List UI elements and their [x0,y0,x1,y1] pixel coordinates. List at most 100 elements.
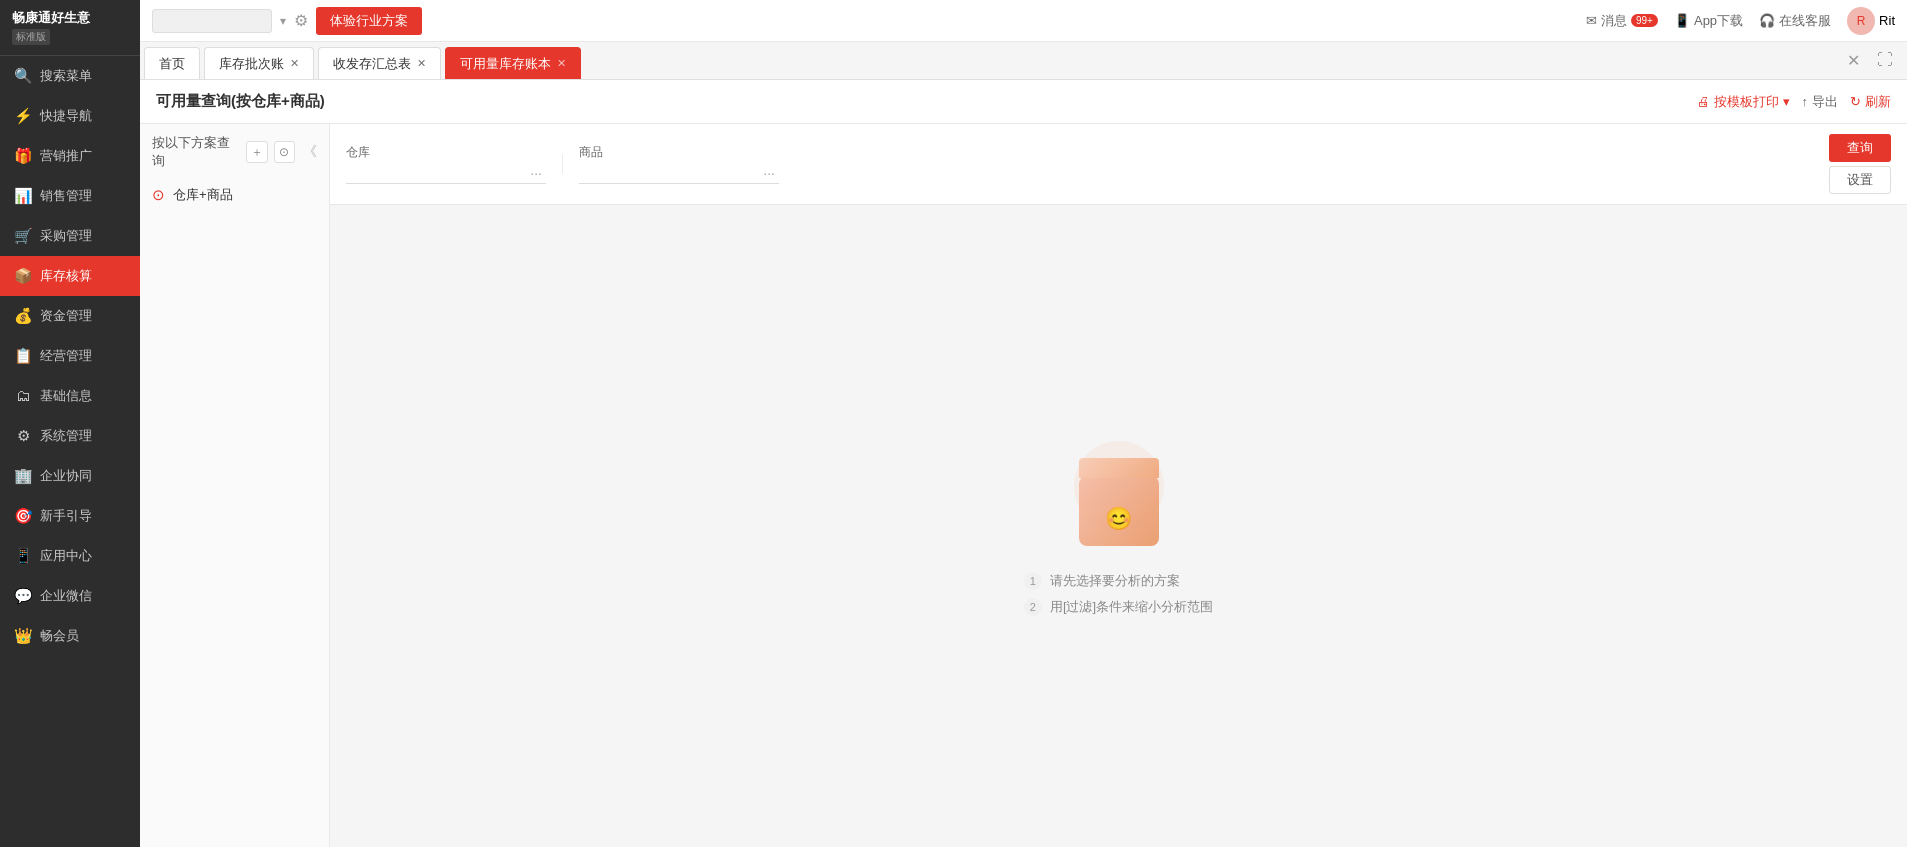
sidebar-label-vip: 畅会员 [40,627,79,645]
topbar-gear-icon[interactable]: ⚙ [294,11,308,30]
warehouse-more-icon[interactable]: ··· [526,165,546,181]
print-icon: 🖨 [1697,94,1710,109]
goods-input[interactable] [579,166,759,181]
online-service-button[interactable]: 🎧 在线客服 [1759,12,1831,30]
warehouse-input[interactable] [346,166,526,181]
mobile-icon: 📱 [1674,13,1690,28]
empty-illustration: 😊 [1059,436,1179,556]
sidebar-item-search[interactable]: 🔍搜索菜单 [0,56,140,96]
message-icon: ✉ [1586,13,1597,28]
sidebar-label-finance: 资金管理 [40,307,92,325]
marketing-icon: 🎁 [14,147,32,165]
user-menu[interactable]: R Rit [1847,7,1895,35]
filter-header-label: 按以下方案查询 [152,134,240,170]
hint-num-1: 1 [1024,572,1042,590]
sidebar-label-newuser: 新手引导 [40,507,92,525]
sidebar-label-marketing: 营销推广 [40,147,92,165]
shortcut-icon: ⚡ [14,107,32,125]
filter-add-button[interactable]: ＋ [246,141,267,163]
sidebar-item-finance[interactable]: 💰 资金管理 [0,296,140,336]
filter-panel: 按以下方案查询 ＋ ⊙ 《 ⊙ 仓库+商品 [140,124,330,847]
goods-more-icon[interactable]: ··· [759,165,779,181]
app-download-button[interactable]: 📱 App下载 [1674,12,1743,30]
empty-hint-1: 1 请先选择要分析的方案 [1024,572,1213,590]
page-title: 可用量查询(按仓库+商品) [156,92,325,111]
enterprise-icon: 🏢 [14,467,32,485]
message-badge: 99+ [1631,14,1658,27]
sidebar-item-enterprise[interactable]: 🏢 企业协同 [0,456,140,496]
sidebar-item-basic[interactable]: 🗂基础信息 [0,376,140,416]
sidebar-item-operation[interactable]: 📋经营管理 [0,336,140,376]
empty-state: 😊 1 请先选择要分析的方案 2 用[过滤]条件来缩小分析范围 [330,205,1907,847]
sidebar-label-shortcut: 快捷导航 [40,107,92,125]
avatar: R [1847,7,1875,35]
trial-button[interactable]: 体验行业方案 [316,7,422,35]
filter-collapse-icon[interactable]: 《 [303,143,317,161]
print-chevron-icon[interactable]: ▾ [1783,94,1790,109]
warehouse-field: 仓库 ··· [346,144,546,184]
sidebar-label-appcenter: 应用中心 [40,547,92,565]
finance-icon: 💰 [14,307,32,325]
brand-name: 畅康通好生意 [12,10,128,27]
hint-num-2: 2 [1024,598,1042,616]
tabbar: 首页 库存批次账 ✕ 收发存汇总表 ✕ 可用量库存账本 ✕ ✕ ⛶ [140,42,1907,80]
brand-tag: 标准版 [12,29,50,45]
sidebar-label-sales: 销售管理 [40,187,92,205]
hint-text-2: 用[过滤]条件来缩小分析范围 [1050,598,1213,616]
sidebar-label-wechat: 企业微信 [40,587,92,605]
username-label: Rit [1879,13,1895,28]
export-icon: ↑ [1802,94,1809,109]
appcenter-icon: 📱 [14,547,32,565]
warehouse-goods-icon: ⊙ [152,186,165,204]
tab-available-close-icon[interactable]: ✕ [557,57,566,70]
tab-summary[interactable]: 收发存汇总表 ✕ [318,47,441,79]
tab-batch[interactable]: 库存批次账 ✕ [204,47,314,79]
sidebar-item-marketing[interactable]: 🎁 营销推广 [0,136,140,176]
export-label: 导出 [1812,93,1838,111]
message-button[interactable]: ✉ 消息 99+ [1586,12,1658,30]
sidebar-item-vip[interactable]: 👑畅会员 [0,616,140,656]
message-label: 消息 [1601,12,1627,30]
wechat-icon: 💬 [14,587,32,605]
tab-available[interactable]: 可用量库存账本 ✕ [445,47,581,79]
filter-item-warehouse-goods[interactable]: ⊙ 仓库+商品 [140,178,329,212]
tab-summary-close-icon[interactable]: ✕ [417,57,426,70]
page-header-actions: 🖨 按模板打印 ▾ ↑ 导出 ↻ 刷新 [1697,93,1892,111]
refresh-button[interactable]: ↻ 刷新 [1850,93,1891,111]
sidebar-item-system[interactable]: ⚙系统管理 [0,416,140,456]
filter-settings-button[interactable]: ⊙ [274,141,295,163]
sidebar-label-purchase: 采购管理 [40,227,92,245]
tab-close-all-button[interactable]: ✕ [1839,46,1867,74]
sidebar-item-newuser[interactable]: 🎯新手引导 [0,496,140,536]
query-button[interactable]: 查询 [1829,134,1891,162]
sidebar-label-basic: 基础信息 [40,387,92,405]
topbar-chevron-icon[interactable]: ▾ [280,14,286,28]
sidebar-item-purchase[interactable]: 🛒 采购管理 [0,216,140,256]
sidebar-item-sales[interactable]: 📊销售管理 [0,176,140,216]
settings-button[interactable]: 设置 [1829,166,1891,194]
purchase-icon: 🛒 [14,227,32,245]
tab-batch-close-icon[interactable]: ✕ [290,57,299,70]
sidebar-label-enterprise: 企业协同 [40,467,92,485]
tab-home[interactable]: 首页 [144,47,200,79]
template-print-button[interactable]: 🖨 按模板打印 ▾ [1697,93,1790,111]
sidebar: 畅康通好生意 标准版 🔍搜索菜单 ⚡ 快捷导航 🎁 营销推广 📊销售管理 🛒 采购管理 📦库存核… [0,0,140,847]
topbar-right: ✉ 消息 99+ 📱 App下载 🎧 在线客服 R Rit [1586,7,1895,35]
sidebar-label-search: 搜索菜单 [40,67,92,85]
app-download-label: App下载 [1694,12,1743,30]
sidebar-item-appcenter[interactable]: 📱 应用中心 [0,536,140,576]
topbar-search-input[interactable] [152,9,272,33]
sidebar-item-wechat[interactable]: 💬 企业微信 [0,576,140,616]
hint-text-1: 请先选择要分析的方案 [1050,572,1180,590]
empty-face-icon: 😊 [1105,506,1132,532]
query-bar: 仓库 ··· 商品 ··· 查询 设置 [330,124,1907,205]
tab-fullscreen-button[interactable]: ⛶ [1871,46,1899,74]
headset-icon: 🎧 [1759,13,1775,28]
inventory-icon: 📦 [14,267,32,285]
sidebar-item-shortcut[interactable]: ⚡ 快捷导航 [0,96,140,136]
tab-summary-label: 收发存汇总表 [333,55,411,73]
operation-icon: 📋 [14,347,32,365]
export-button[interactable]: ↑ 导出 [1802,93,1839,111]
filter-header: 按以下方案查询 ＋ ⊙ 《 [140,134,329,178]
sidebar-item-inventory[interactable]: 📦库存核算 [0,256,140,296]
